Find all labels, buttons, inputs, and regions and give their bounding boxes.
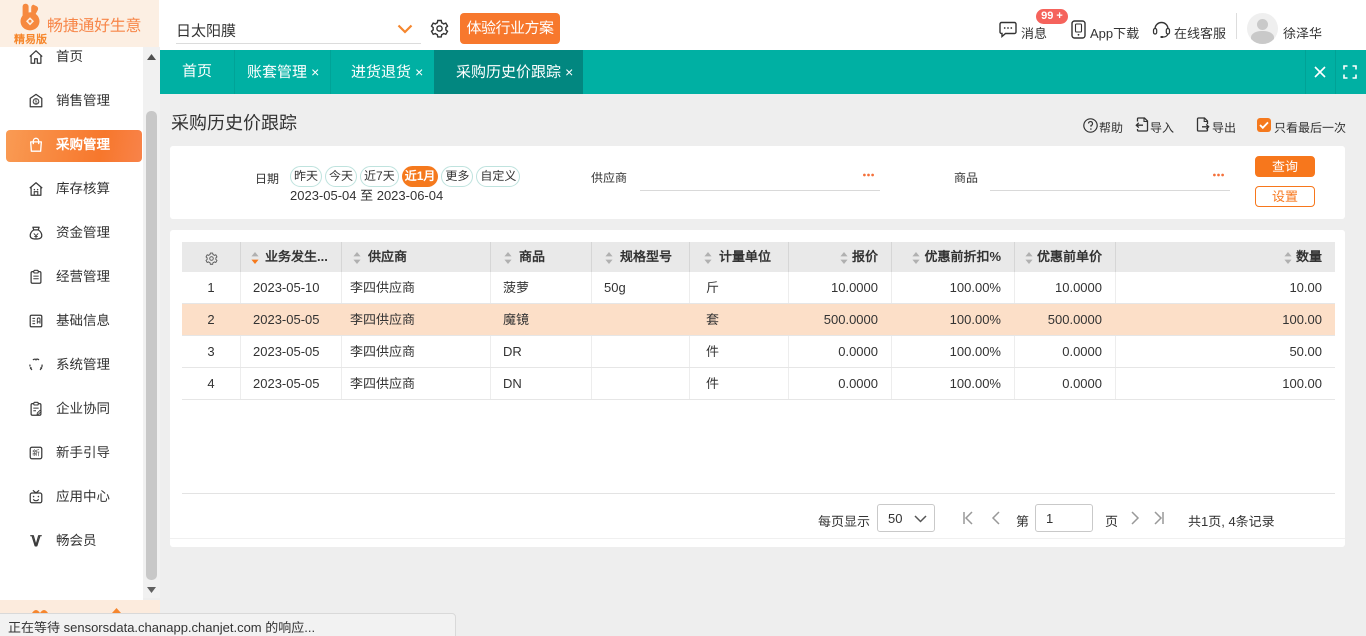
svg-text:$: $ <box>35 99 38 105</box>
svg-text:新: 新 <box>32 448 40 459</box>
